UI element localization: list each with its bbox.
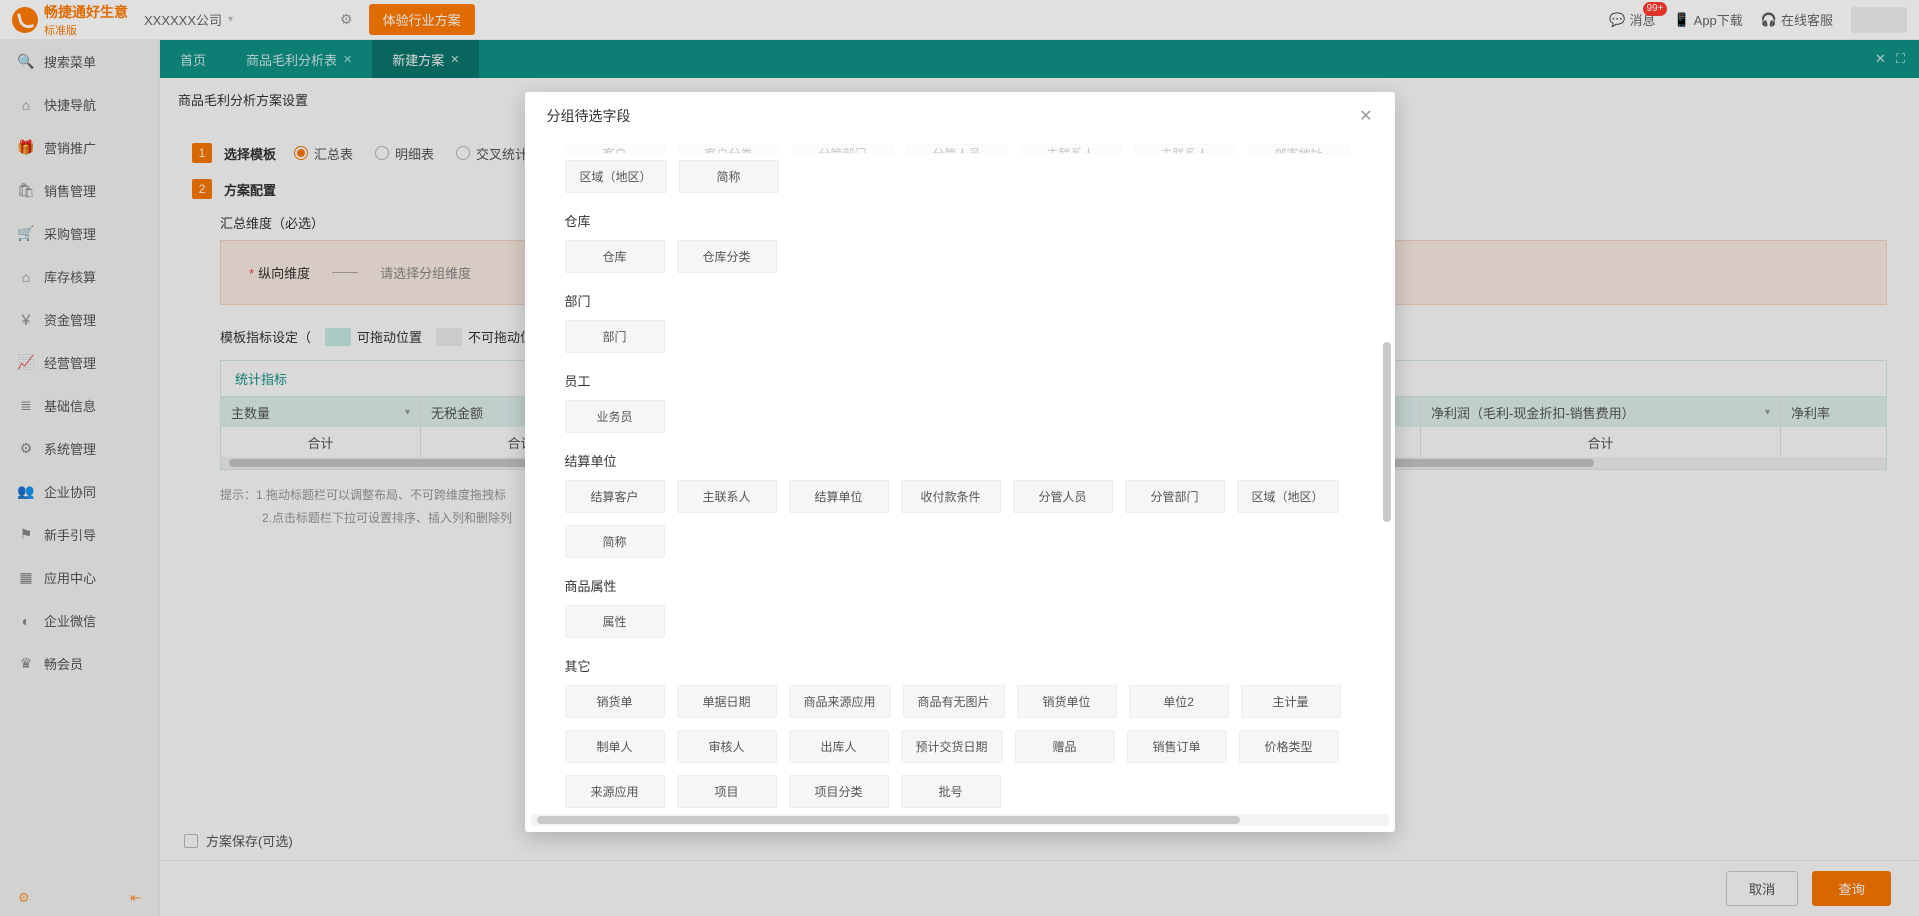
field-option[interactable]: 来源应用 — [565, 775, 665, 808]
field-option[interactable]: 简称 — [565, 525, 665, 558]
field-option-cut[interactable]: 分管人员 — [907, 144, 1007, 154]
field-group-items: 结算客户主联系人结算单位收付款条件分管人员分管部门区域（地区） 简称 — [565, 480, 1355, 558]
field-group-title: 其它 — [565, 656, 1355, 675]
field-option[interactable]: 商品有无图片 — [903, 685, 1005, 718]
field-option-cut[interactable]: 邮寄地址 — [1249, 144, 1349, 154]
field-option[interactable]: 收付款条件 — [901, 480, 1001, 513]
field-option[interactable]: 销货单位 — [1017, 685, 1117, 718]
field-option-cut[interactable]: 客户分类 — [679, 144, 779, 154]
field-option[interactable]: 简称 — [679, 160, 779, 193]
field-option[interactable]: 赠品 — [1015, 730, 1115, 763]
field-option[interactable]: 属性 — [565, 605, 665, 638]
field-group-title: 结算单位 — [565, 451, 1355, 470]
field-group: 员工业务员 — [565, 371, 1355, 433]
field-option[interactable]: 结算单位 — [789, 480, 889, 513]
scrollbar-thumb[interactable] — [537, 816, 1241, 824]
field-option-cut[interactable]: 客户 — [565, 144, 665, 154]
field-option[interactable]: 主联系人 — [677, 480, 777, 513]
field-group-items: 仓库仓库分类 — [565, 240, 1355, 273]
field-option-cut[interactable]: 分管部门 — [793, 144, 893, 154]
field-option[interactable]: 批号 — [901, 775, 1001, 808]
field-option[interactable]: 区域（地区） — [565, 160, 667, 193]
field-option[interactable]: 区域（地区） — [1237, 480, 1339, 513]
field-option[interactable]: 审核人 — [677, 730, 777, 763]
field-group-items: 销货单单据日期商品来源应用商品有无图片销货单位单位2 主计量制单人审核人出库人预计… — [565, 685, 1355, 808]
modal-horizontal-scrollbar[interactable] — [531, 814, 1389, 826]
modal-title: 分组待选字段 — [547, 106, 631, 126]
field-picker-modal: 分组待选字段 ✕ 客户客户分类分管部门分管人员主联系人主联系人邮寄地址 区域（地… — [525, 92, 1395, 832]
field-option[interactable]: 主计量 — [1241, 685, 1341, 718]
scrollbar-thumb[interactable] — [1383, 342, 1391, 522]
field-option[interactable]: 项目 — [677, 775, 777, 808]
field-option-cut[interactable]: 主联系人 — [1135, 144, 1235, 154]
field-option[interactable]: 价格类型 — [1239, 730, 1339, 763]
field-option[interactable]: 商品来源应用 — [789, 685, 891, 718]
field-group-title: 仓库 — [565, 211, 1355, 230]
field-option[interactable]: 分管人员 — [1013, 480, 1113, 513]
field-option[interactable]: 单位2 — [1129, 685, 1229, 718]
field-option[interactable]: 部门 — [565, 320, 665, 353]
field-option[interactable]: 业务员 — [565, 400, 665, 433]
field-option[interactable]: 出库人 — [789, 730, 889, 763]
field-option[interactable]: 销货单 — [565, 685, 665, 718]
field-group-title: 部门 — [565, 291, 1355, 310]
field-group: 商品属性属性 — [565, 576, 1355, 638]
field-group-title: 商品属性 — [565, 576, 1355, 595]
field-option[interactable]: 仓库 — [565, 240, 665, 273]
field-group: 部门部门 — [565, 291, 1355, 353]
field-group-items: 业务员 — [565, 400, 1355, 433]
field-option[interactable]: 仓库分类 — [677, 240, 777, 273]
field-group: 结算单位结算客户主联系人结算单位收付款条件分管人员分管部门区域（地区）简称 — [565, 451, 1355, 558]
close-icon[interactable]: ✕ — [1359, 106, 1372, 126]
field-option[interactable]: 单据日期 — [677, 685, 777, 718]
field-group: 其它销货单单据日期商品来源应用商品有无图片销货单位单位2 主计量制单人审核人出库人… — [565, 656, 1355, 808]
field-group-items: 部门 — [565, 320, 1355, 353]
field-group: 仓库仓库仓库分类 — [565, 211, 1355, 273]
modal-vertical-scrollbar[interactable] — [1383, 222, 1391, 642]
field-option[interactable]: 销售订单 — [1127, 730, 1227, 763]
field-group-items: 属性 — [565, 605, 1355, 638]
modal-overlay[interactable]: 分组待选字段 ✕ 客户客户分类分管部门分管人员主联系人主联系人邮寄地址 区域（地… — [0, 0, 1919, 916]
field-option[interactable]: 项目分类 — [789, 775, 889, 808]
field-option[interactable]: 预计交货日期 — [901, 730, 1003, 763]
field-option-cut[interactable]: 主联系人 — [1021, 144, 1121, 154]
field-option[interactable]: 制单人 — [565, 730, 665, 763]
field-option[interactable]: 分管部门 — [1125, 480, 1225, 513]
field-group-title: 员工 — [565, 371, 1355, 390]
field-option[interactable]: 结算客户 — [565, 480, 665, 513]
